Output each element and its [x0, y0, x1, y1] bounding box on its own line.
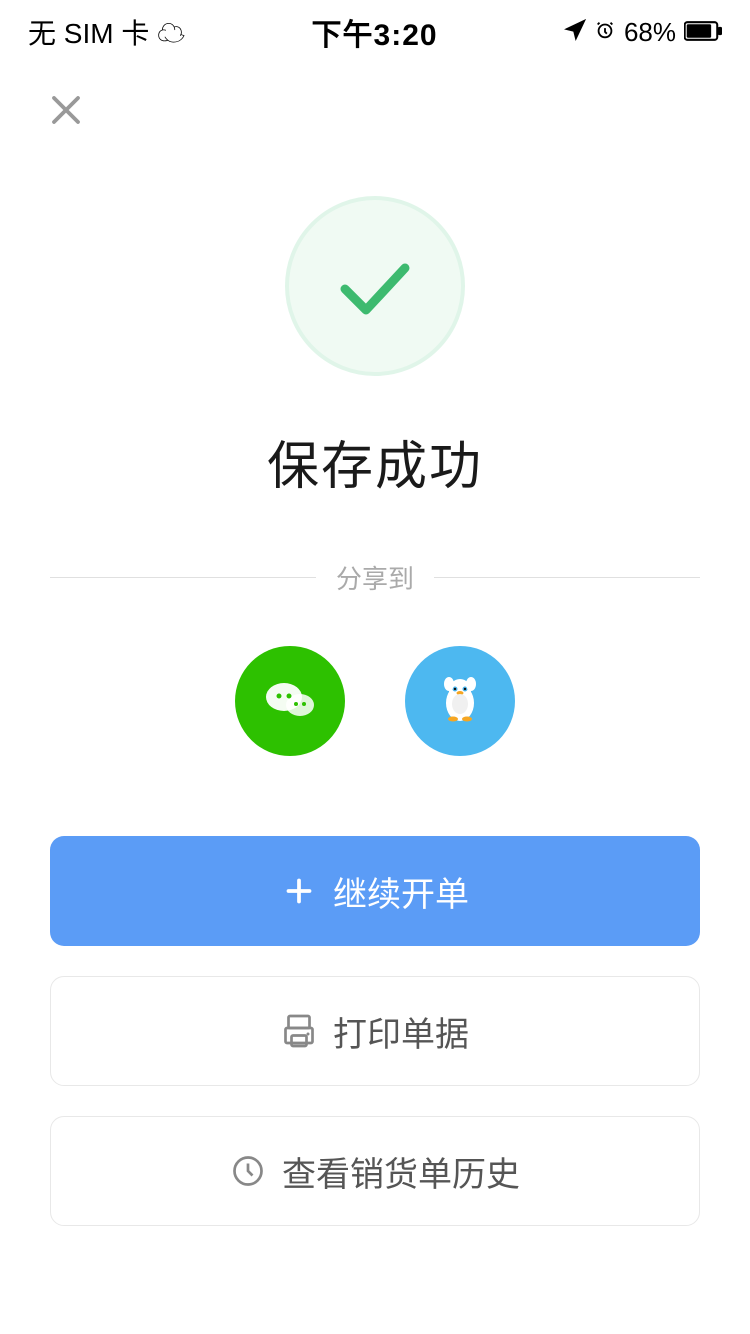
plus-icon: [281, 873, 317, 909]
qq-share-button[interactable]: [405, 646, 515, 756]
location-icon: [564, 17, 586, 48]
divider-left: [50, 577, 316, 578]
close-button[interactable]: [40, 84, 92, 136]
print-label: 打印单据: [333, 1007, 469, 1056]
status-bar: 无 SIM 卡 ☁ 下午3:20 68%: [0, 0, 750, 64]
divider-right: [434, 577, 700, 578]
battery-text: 68%: [624, 17, 676, 48]
history-button[interactable]: 查看销货单历史: [50, 1116, 700, 1226]
continue-label: 继续开单: [333, 867, 469, 916]
share-icons-row: [235, 646, 515, 756]
qq-icon: [428, 669, 492, 733]
status-left: 无 SIM 卡 ☁: [28, 12, 185, 52]
share-label: 分享到: [336, 559, 414, 596]
sim-status: 无 SIM 卡 ☁: [28, 12, 185, 52]
history-label: 查看销货单历史: [282, 1147, 520, 1196]
wechat-share-button[interactable]: [235, 646, 345, 756]
wechat-icon: [258, 669, 322, 733]
share-divider: 分享到: [50, 559, 700, 596]
main-content: 保存成功 分享到: [0, 136, 750, 1334]
history-icon: [230, 1153, 266, 1189]
print-button[interactable]: 打印单据: [50, 976, 700, 1086]
status-right: 68%: [564, 17, 722, 48]
printer-icon: [281, 1013, 317, 1049]
status-time: 下午3:20: [312, 10, 438, 54]
continue-button[interactable]: 继续开单: [50, 836, 700, 946]
success-title: 保存成功: [267, 424, 483, 499]
success-icon-circle: [285, 196, 465, 376]
battery-icon: [684, 17, 722, 48]
alarm-icon: [594, 17, 616, 48]
